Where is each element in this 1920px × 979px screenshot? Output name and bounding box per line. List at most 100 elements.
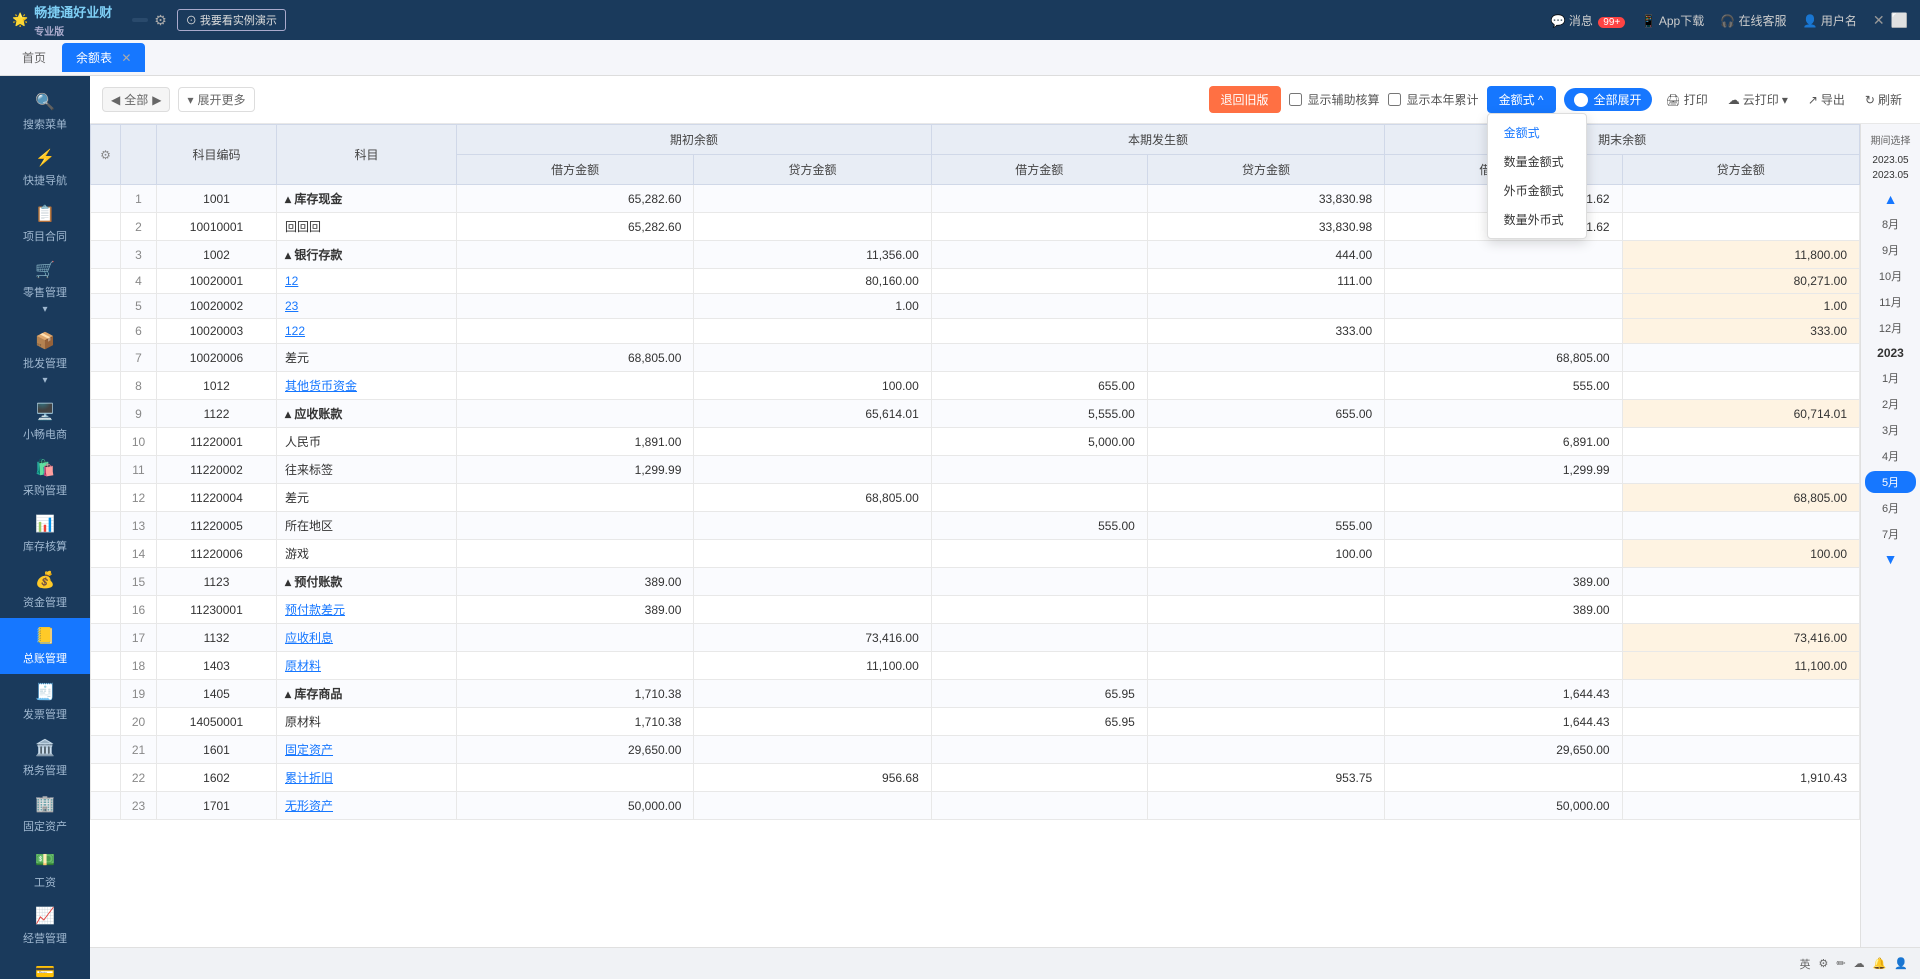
table-row: 211601固定资产29,650.0029,650.00 (91, 736, 1860, 764)
sidebar-item-funds[interactable]: 💰 资金管理 (0, 562, 90, 618)
month-10[interactable]: 10月 (1865, 265, 1916, 287)
amount-cell: 60,714.01 (1622, 400, 1859, 428)
month-12[interactable]: 12月 (1865, 317, 1916, 339)
sidebar-item-assets[interactable]: 🏢 固定资产 (0, 786, 90, 842)
edit-btn[interactable]: ✏ (1836, 957, 1845, 970)
tab-close-icon[interactable]: ✕ (121, 51, 131, 65)
sidebar-item-tax[interactable]: 🏛️ 税务管理 (0, 730, 90, 786)
account-name-cell[interactable]: 累计折旧 (277, 764, 457, 792)
sidebar-label-ledger: 总账管理 (23, 650, 67, 666)
sidebar-item-projects[interactable]: 📋 项目合同 (0, 196, 90, 252)
month-11[interactable]: 11月 (1865, 291, 1916, 313)
amount-cell (1147, 344, 1384, 372)
amount-cell (931, 736, 1147, 764)
cloud-status-btn[interactable]: ☁ (1854, 957, 1865, 970)
online-service-btn[interactable]: 🎧 在线客服 (1720, 12, 1786, 29)
account-name-cell[interactable]: 原材料 (277, 652, 457, 680)
account-code-cell: 11230001 (157, 596, 277, 624)
settings-icon[interactable]: ⚙ (154, 12, 167, 29)
settings-status-btn[interactable]: ⚙ (1819, 957, 1829, 970)
message-btn[interactable]: 💬 消息 99+ (1551, 12, 1626, 29)
month-3[interactable]: 3月 (1865, 419, 1916, 441)
amount-cell (931, 764, 1147, 792)
month-2[interactable]: 2月 (1865, 393, 1916, 415)
account-name-cell[interactable]: 12 (277, 269, 457, 294)
account-name-cell[interactable]: 应收利息 (277, 624, 457, 652)
account-name-cell[interactable]: 预付款差元 (277, 596, 457, 624)
account-code-cell: 11220002 (157, 456, 277, 484)
refresh-label: 刷新 (1878, 91, 1902, 108)
mode-option-qty-foreign[interactable]: 数量外币式 (1488, 205, 1586, 234)
quicknav-icon: ⚡ (35, 148, 55, 168)
sidebar-item-ledger[interactable]: 📒 总账管理 (0, 618, 90, 674)
row-settings (91, 624, 121, 652)
export-btn[interactable]: ↗ 导出 (1802, 87, 1851, 112)
sidebar-item-search[interactable]: 🔍 搜索菜单 (0, 84, 90, 140)
user-avatar[interactable]: 👤 用户名 (1803, 12, 1857, 29)
sidebar-item-invoice[interactable]: 🧾 发票管理 (0, 674, 90, 730)
account-name-cell[interactable]: 122 (277, 319, 457, 344)
row-number: 8 (121, 372, 157, 400)
amount-cell (1622, 792, 1859, 820)
right-arrow-icon[interactable]: ▶ (152, 93, 161, 107)
amount-cell: 33,830.98 (1147, 185, 1384, 213)
settings-col-header: ⚙ (91, 125, 121, 185)
sidebar-item-inventory[interactable]: 📊 库存核算 (0, 506, 90, 562)
status-bar: 英 ⚙ ✏ ☁ 🔔 👤 (90, 947, 1920, 979)
sidebar-item-wholesale[interactable]: 📦 批发管理 ▾ (0, 323, 90, 394)
expand-all-toggle[interactable]: 全部展开 (1564, 88, 1652, 111)
tab-home[interactable]: 首页 (8, 43, 60, 72)
resize-icon[interactable]: ⬜ (1891, 12, 1908, 29)
tab-balance[interactable]: 余额表 ✕ (62, 43, 145, 72)
mode-option-foreign-amount[interactable]: 外币金额式 (1488, 176, 1586, 205)
amount-cell (1147, 484, 1384, 512)
sidebar-item-expense[interactable]: 💳 小畅报销 (0, 954, 90, 979)
amount-cell (694, 540, 931, 568)
up-arrow-icon[interactable]: ▲ (1882, 189, 1900, 209)
month-5[interactable]: 5月 (1865, 471, 1916, 493)
month-8[interactable]: 8月 (1865, 213, 1916, 235)
user-status-btn[interactable]: 👤 (1894, 957, 1908, 970)
month-4[interactable]: 4月 (1865, 445, 1916, 467)
mode-option-amount[interactable]: 金额式 (1488, 118, 1586, 147)
down-arrow-icon[interactable]: ▼ (1882, 549, 1900, 569)
close-icon[interactable]: ✕ (1873, 12, 1885, 29)
row-settings (91, 319, 121, 344)
month-7[interactable]: 7月 (1865, 523, 1916, 545)
sidebar-item-payroll[interactable]: 💵 工资 (0, 842, 90, 898)
table-container[interactable]: ⚙ 科目编码 科目 期初余额 本期发生额 期末余额 借方金额 贷方金额 (90, 124, 1860, 947)
show-auxiliary-checkbox[interactable] (1289, 93, 1302, 106)
notify-btn[interactable]: 🔔 (1873, 957, 1887, 970)
mode-button[interactable]: 金额式 ^ (1487, 86, 1556, 113)
print-label: 打印 (1684, 91, 1708, 108)
show-ytd-checkbox[interactable] (1388, 93, 1401, 106)
amount-cell: 100.00 (1622, 540, 1859, 568)
account-name-cell[interactable]: 固定资产 (277, 736, 457, 764)
sidebar-item-quicknav[interactable]: ⚡ 快捷导航 (0, 140, 90, 196)
filter-tag[interactable]: ◀ 全部 ▶ (102, 87, 170, 112)
mode-option-qty-amount[interactable]: 数量金额式 (1488, 147, 1586, 176)
table-settings-icon[interactable]: ⚙ (100, 148, 111, 162)
expand-btn[interactable]: ▾ 展开更多 (178, 87, 254, 112)
print-btn[interactable]: 🖨 打印 (1660, 87, 1714, 112)
sidebar-label-projects: 项目合同 (23, 228, 67, 244)
sidebar-item-ecommerce[interactable]: 🖥️ 小畅电商 (0, 394, 90, 450)
sidebar-item-operations[interactable]: 📈 经营管理 (0, 898, 90, 954)
sidebar-item-purchase[interactable]: 🛍️ 采购管理 (0, 450, 90, 506)
sidebar-item-retail[interactable]: 🛒 零售管理 ▾ (0, 252, 90, 323)
back-button[interactable]: 退回旧版 (1209, 86, 1281, 113)
account-name-cell[interactable]: 23 (277, 294, 457, 319)
cloud-print-btn[interactable]: ☁ 云打印 ▾ (1722, 87, 1794, 112)
refresh-btn[interactable]: ↻ 刷新 (1859, 87, 1908, 112)
search-bar[interactable] (132, 18, 148, 22)
lang-btn[interactable]: 英 (1800, 956, 1811, 972)
account-name-cell[interactable]: 无形资产 (277, 792, 457, 820)
app-download-btn[interactable]: 📱 App下载 (1641, 12, 1704, 29)
month-9[interactable]: 9月 (1865, 239, 1916, 261)
month-6[interactable]: 6月 (1865, 497, 1916, 519)
demo-button[interactable]: ⊙ 我要看实例演示 (177, 9, 286, 31)
year-2023[interactable]: 2023 (1865, 343, 1916, 363)
month-1[interactable]: 1月 (1865, 367, 1916, 389)
account-name-cell[interactable]: 其他货币资金 (277, 372, 457, 400)
amount-cell (457, 512, 694, 540)
